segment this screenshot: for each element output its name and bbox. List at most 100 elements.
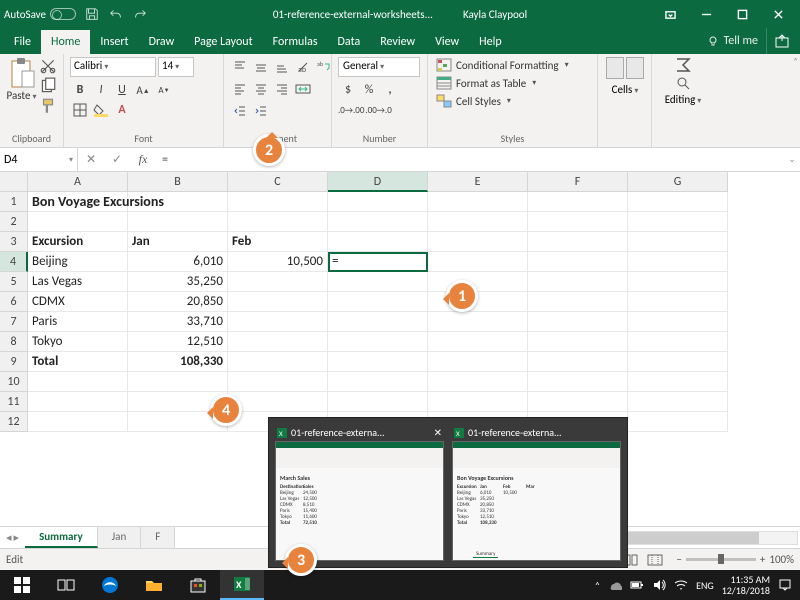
autosave-toggle[interactable]: AutoSave (4, 8, 76, 21)
save-icon[interactable] (84, 6, 100, 22)
cell-E2[interactable] (428, 212, 528, 232)
cell-B1[interactable] (128, 192, 228, 212)
cell-E7[interactable] (428, 312, 528, 332)
tray-chevron-icon[interactable]: ˄ (595, 579, 600, 592)
undo-icon[interactable] (108, 6, 124, 22)
page-break-view-icon[interactable] (644, 551, 666, 569)
cell-A6[interactable]: CDMX (28, 292, 128, 312)
cell-F1[interactable] (528, 192, 628, 212)
cell-C3[interactable]: Feb (228, 232, 328, 252)
cell-A4[interactable]: Beijing (28, 252, 128, 272)
cell-F4[interactable] (528, 252, 628, 272)
volume-icon[interactable] (652, 578, 666, 592)
cell-D10[interactable] (328, 372, 428, 392)
cell-A2[interactable] (28, 212, 128, 232)
row-header-6[interactable]: 6 (0, 292, 28, 312)
cell-G6[interactable] (628, 292, 728, 312)
cell-F2[interactable] (528, 212, 628, 232)
cell-E1[interactable] (428, 192, 528, 212)
cell-D6[interactable] (328, 292, 428, 312)
cell-F9[interactable] (528, 352, 628, 372)
row-header-8[interactable]: 8 (0, 332, 28, 352)
column-header-E[interactable]: E (428, 172, 528, 192)
cell-G4[interactable] (628, 252, 728, 272)
cell-C8[interactable] (228, 332, 328, 352)
cell-B9[interactable]: 108,330 (128, 352, 228, 372)
zoom-level[interactable]: 100% (769, 553, 794, 566)
decrease-indent-icon[interactable] (230, 101, 250, 121)
cell-F10[interactable] (528, 372, 628, 392)
user-name[interactable]: Kayla Claypool (463, 8, 527, 21)
conditional-formatting-button[interactable]: Conditional Formatting▾ (434, 57, 591, 73)
cell-D9[interactable] (328, 352, 428, 372)
row-header-3[interactable]: 3 (0, 232, 28, 252)
tab-review[interactable]: Review (370, 30, 425, 54)
cell-G3[interactable] (628, 232, 728, 252)
cell-styles-button[interactable]: Cell Styles▾ (434, 93, 591, 109)
expand-formula-bar-icon[interactable]: ⌄ (784, 154, 800, 165)
language-indicator[interactable]: ENG (696, 579, 714, 592)
tab-draw[interactable]: Draw (139, 30, 185, 54)
row-header-9[interactable]: 9 (0, 352, 28, 372)
cell-C2[interactable] (228, 212, 328, 232)
cell-A1[interactable]: Bon Voyage Excursions (28, 192, 128, 212)
sheet-tab-summary[interactable]: Summary (25, 527, 98, 548)
bold-button[interactable]: B (70, 80, 90, 100)
toggle-switch[interactable] (50, 8, 76, 20)
cell-B5[interactable]: 35,250 (128, 272, 228, 292)
tab-data[interactable]: Data (328, 30, 371, 54)
row-header-2[interactable]: 2 (0, 212, 28, 232)
row-header-5[interactable]: 5 (0, 272, 28, 292)
cell-G5[interactable] (628, 272, 728, 292)
align-top-icon[interactable] (230, 57, 250, 77)
onedrive-icon[interactable] (608, 578, 622, 592)
cell-D2[interactable] (328, 212, 428, 232)
align-bottom-icon[interactable] (272, 57, 292, 77)
collapse-ribbon-icon[interactable]: ˄ (793, 56, 798, 67)
font-name-select[interactable]: Calibri (70, 57, 156, 77)
cell-G7[interactable] (628, 312, 728, 332)
row-header-10[interactable]: 10 (0, 372, 28, 392)
column-header-C[interactable]: C (228, 172, 328, 192)
copy-icon[interactable] (39, 77, 57, 95)
merge-center-icon[interactable] (293, 79, 313, 99)
column-header-B[interactable]: B (128, 172, 228, 192)
minimize-icon[interactable] (688, 0, 724, 28)
paste-button[interactable]: Paste (6, 57, 37, 115)
cell-A3[interactable]: Excursion (28, 232, 128, 252)
row-header-11[interactable]: 11 (0, 392, 28, 412)
cell-F11[interactable] (528, 392, 628, 412)
wrap-text-icon[interactable]: ab (314, 57, 334, 77)
cell-F8[interactable] (528, 332, 628, 352)
cells-button[interactable]: Cells (604, 57, 646, 96)
cell-E3[interactable] (428, 232, 528, 252)
cell-B3[interactable]: Jan (128, 232, 228, 252)
cell-F7[interactable] (528, 312, 628, 332)
cell-G9[interactable] (628, 352, 728, 372)
cell-E9[interactable] (428, 352, 528, 372)
percent-icon[interactable]: % (359, 80, 379, 100)
zoom-in-icon[interactable]: + (760, 553, 765, 566)
cell-G1[interactable] (628, 192, 728, 212)
cell-D1[interactable] (328, 192, 428, 212)
cancel-formula-icon[interactable]: ✕ (78, 148, 104, 171)
column-headers[interactable]: ABCDEFG (28, 172, 800, 192)
excel-taskbar-button[interactable]: X (220, 570, 264, 600)
cell-D3[interactable] (328, 232, 428, 252)
tab-help[interactable]: Help (469, 30, 512, 54)
comma-icon[interactable]: , (380, 80, 400, 100)
cell-B6[interactable]: 20,850 (128, 292, 228, 312)
cell-B8[interactable]: 12,510 (128, 332, 228, 352)
redo-icon[interactable] (132, 6, 148, 22)
format-as-table-button[interactable]: Format as Table▾ (434, 75, 591, 91)
close-preview-icon[interactable]: ✕ (434, 426, 442, 439)
cell-C7[interactable] (228, 312, 328, 332)
name-box[interactable]: D4▾ (0, 148, 78, 171)
start-button[interactable] (0, 570, 44, 600)
cell-G10[interactable] (628, 372, 728, 392)
align-center-icon[interactable] (251, 79, 271, 99)
wifi-icon[interactable] (674, 578, 688, 592)
cell-B2[interactable] (128, 212, 228, 232)
enter-formula-icon[interactable]: ✓ (104, 148, 130, 171)
cell-C6[interactable] (228, 292, 328, 312)
